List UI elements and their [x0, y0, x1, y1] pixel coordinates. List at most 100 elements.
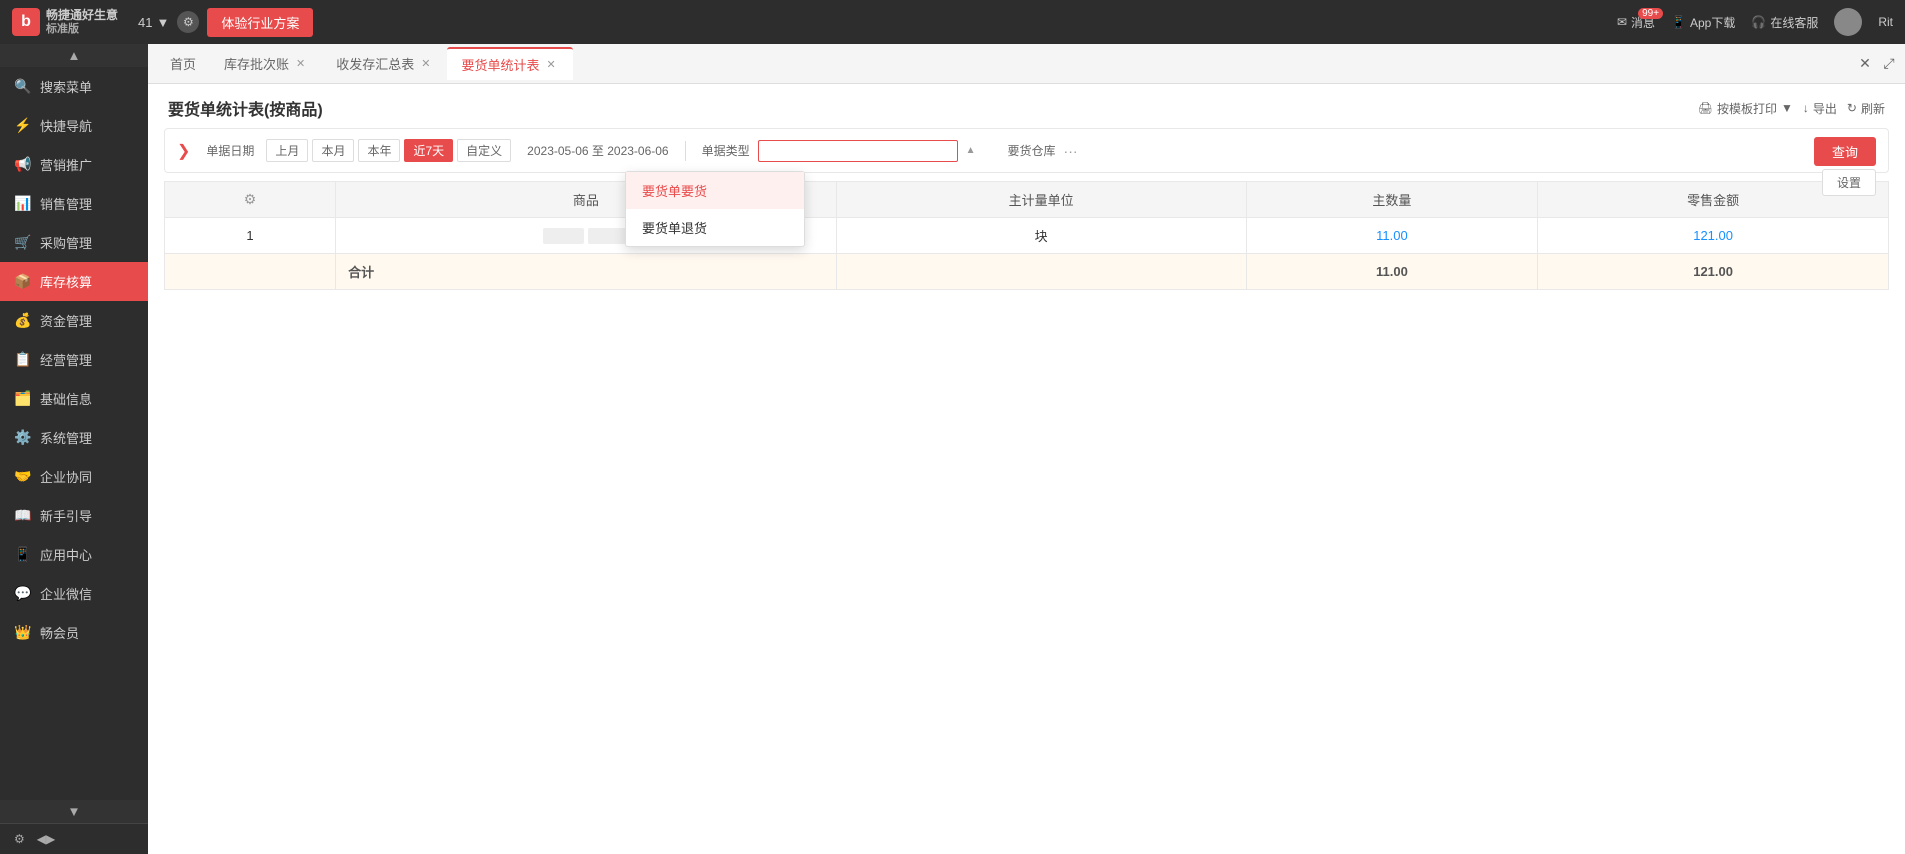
sidebar-item-purchase[interactable]: 🛒 采购管理: [0, 223, 148, 262]
row-retail: 121.00: [1538, 218, 1889, 254]
summary-row: 合计 11.00 121.00: [165, 254, 1889, 290]
dropdown-item-order-goods[interactable]: 要货单要货: [626, 172, 804, 209]
sidebar-item-enterprise[interactable]: 🤝 企业协同: [0, 457, 148, 496]
date-btn-custom[interactable]: 自定义: [457, 139, 511, 162]
company-num: 41: [138, 15, 152, 30]
sidebar-item-system[interactable]: ⚙️ 系统管理: [0, 418, 148, 457]
tab-home[interactable]: 首页: [156, 48, 210, 79]
top-bar-right: ✉ 消息 99+ 📱 App下载 🎧 在线客服 Rit: [1617, 8, 1893, 36]
export-label: 导出: [1813, 100, 1837, 117]
sidebar-scroll-down[interactable]: ▼: [0, 800, 148, 823]
sidebar-collapse-btn[interactable]: ◀▶: [37, 832, 55, 846]
table-gear-icon[interactable]: ⚙: [244, 191, 257, 207]
sidebar-item-marketing[interactable]: 📢 营销推广: [0, 145, 148, 184]
sidebar-settings-btn[interactable]: ⚙: [14, 832, 25, 846]
row-index: 1: [165, 218, 336, 254]
online-service-item[interactable]: 🎧 在线客服: [1751, 14, 1818, 31]
content-area: 首页 库存批次账 ✕ 收发存汇总表 ✕ 要货单统计表 ✕ ✕ ⤢: [148, 44, 1905, 854]
date-btn-7days[interactable]: 近7天: [404, 139, 453, 162]
col-gear[interactable]: ⚙: [165, 182, 336, 218]
table-area: ⚙ 商品 主计量单位 主数量 零售金额 1: [164, 181, 1889, 290]
type-label: 单据类型: [702, 142, 750, 159]
query-button[interactable]: 查询: [1814, 137, 1876, 166]
sidebar-item-search[interactable]: 🔍 搜索菜单: [0, 67, 148, 106]
filter-separator: [685, 141, 686, 161]
sales-icon: 📊: [14, 195, 32, 212]
logo-area: b 畅捷通好生意 标准版: [12, 8, 118, 36]
expand-btn[interactable]: ❯: [177, 141, 190, 161]
filter-type-area: 单据类型 ▲: [702, 140, 976, 162]
messages-item[interactable]: ✉ 消息 99+: [1617, 14, 1655, 31]
warehouse-more-icon[interactable]: ···: [1064, 143, 1078, 159]
set-button[interactable]: 设置: [1822, 169, 1876, 196]
trial-button[interactable]: 体验行业方案: [207, 8, 313, 37]
sidebar-item-sales[interactable]: 📊 销售管理: [0, 184, 148, 223]
product-tag2: [588, 228, 628, 244]
phone-icon: 📱: [1671, 15, 1686, 29]
online-service-label: 在线客服: [1770, 14, 1818, 31]
tab-receivables[interactable]: 收发存汇总表 ✕: [322, 48, 447, 79]
date-label: 单据日期: [206, 142, 254, 159]
company-selector[interactable]: 41 ▼: [138, 15, 169, 30]
sidebar-label-marketing: 营销推广: [40, 155, 92, 174]
logo-text: 畅捷通好生意 标准版: [46, 8, 118, 36]
sidebar-scroll-up[interactable]: ▲: [0, 44, 148, 67]
print-btn[interactable]: 🖨 按模板打印 ▼: [1698, 100, 1793, 117]
tab-order-stats-label: 要货单统计表: [461, 55, 539, 74]
sidebar-label-inventory: 库存核算: [40, 272, 92, 291]
type-input[interactable]: [758, 140, 958, 162]
sidebar-label-management: 经营管理: [40, 350, 92, 369]
summary-qty: 11.00: [1246, 254, 1538, 290]
row-unit: 块: [836, 218, 1246, 254]
export-icon: ↓: [1803, 101, 1809, 115]
app-download-item[interactable]: 📱 App下载: [1671, 14, 1735, 31]
user-avatar[interactable]: [1834, 8, 1862, 36]
dropdown-item-order-return[interactable]: 要货单退货: [626, 209, 804, 246]
sidebar-label-newbie: 新手引导: [40, 506, 92, 525]
tab-inventory-batch-label: 库存批次账: [224, 54, 289, 73]
sidebar-item-finance[interactable]: 💰 资金管理: [0, 301, 148, 340]
tab-order-stats-close[interactable]: ✕: [544, 57, 559, 72]
tab-receivables-close[interactable]: ✕: [418, 56, 433, 71]
settings-gear-icon: ⚙: [14, 832, 25, 846]
sidebar-item-management[interactable]: 📋 经营管理: [0, 340, 148, 379]
window-restore-btn[interactable]: ⤢: [1881, 56, 1897, 72]
sidebar-item-quicknav[interactable]: ⚡ 快捷导航: [0, 106, 148, 145]
sidebar-item-newbie[interactable]: 📖 新手引导: [0, 496, 148, 535]
sidebar-item-base[interactable]: 🗂️ 基础信息: [0, 379, 148, 418]
warehouse-area: 要货仓库 ···: [1008, 142, 1078, 159]
tab-receivables-label: 收发存汇总表: [336, 54, 414, 73]
wxenterprise-icon: 💬: [14, 585, 32, 602]
qty-link[interactable]: 11.00: [1376, 228, 1408, 243]
refresh-btn[interactable]: ↻ 刷新: [1847, 100, 1885, 117]
summary-unit: [836, 254, 1246, 290]
tab-inventory-batch-close[interactable]: ✕: [293, 56, 308, 71]
tab-order-stats[interactable]: 要货单统计表 ✕: [447, 47, 572, 80]
window-close-btn[interactable]: ✕: [1857, 56, 1873, 72]
sidebar-item-inventory[interactable]: 📦 库存核算: [0, 262, 148, 301]
sidebar-item-wxenterprise[interactable]: 💬 企业微信: [0, 574, 148, 613]
sidebar-item-appstore[interactable]: 📱 应用中心: [0, 535, 148, 574]
row-qty: 11.00: [1246, 218, 1538, 254]
marketing-icon: 📢: [14, 156, 32, 173]
type-dropdown-arrow[interactable]: ▲: [966, 145, 976, 156]
sidebar-label-wxenterprise: 企业微信: [40, 584, 92, 603]
date-btn-last-month[interactable]: 上月: [266, 139, 308, 162]
page-header: 要货单统计表(按商品) 🖨 按模板打印 ▼ ↓ 导出 ↻: [148, 84, 1905, 128]
print-dropdown-icon: ▼: [1781, 101, 1793, 115]
date-btn-this-year[interactable]: 本年: [358, 139, 400, 162]
settings-icon[interactable]: ⚙: [177, 11, 199, 33]
export-btn[interactable]: ↓ 导出: [1803, 100, 1837, 117]
date-btn-this-month[interactable]: 本月: [312, 139, 354, 162]
col-unit: 主计量单位: [836, 182, 1246, 218]
retail-link[interactable]: 121.00: [1693, 228, 1733, 243]
refresh-label: 刷新: [1861, 100, 1885, 117]
company-dropdown-icon: ▼: [156, 15, 169, 30]
tab-inventory-batch[interactable]: 库存批次账 ✕: [210, 48, 322, 79]
product-tag1: [543, 228, 583, 244]
type-dropdown: 要货单要货 要货单退货: [625, 171, 805, 247]
sidebar-label-enterprise: 企业协同: [40, 467, 92, 486]
app-download-label: App下载: [1690, 14, 1735, 31]
logo-icon: b: [12, 8, 40, 36]
sidebar-item-member[interactable]: 👑 畅会员: [0, 613, 148, 652]
